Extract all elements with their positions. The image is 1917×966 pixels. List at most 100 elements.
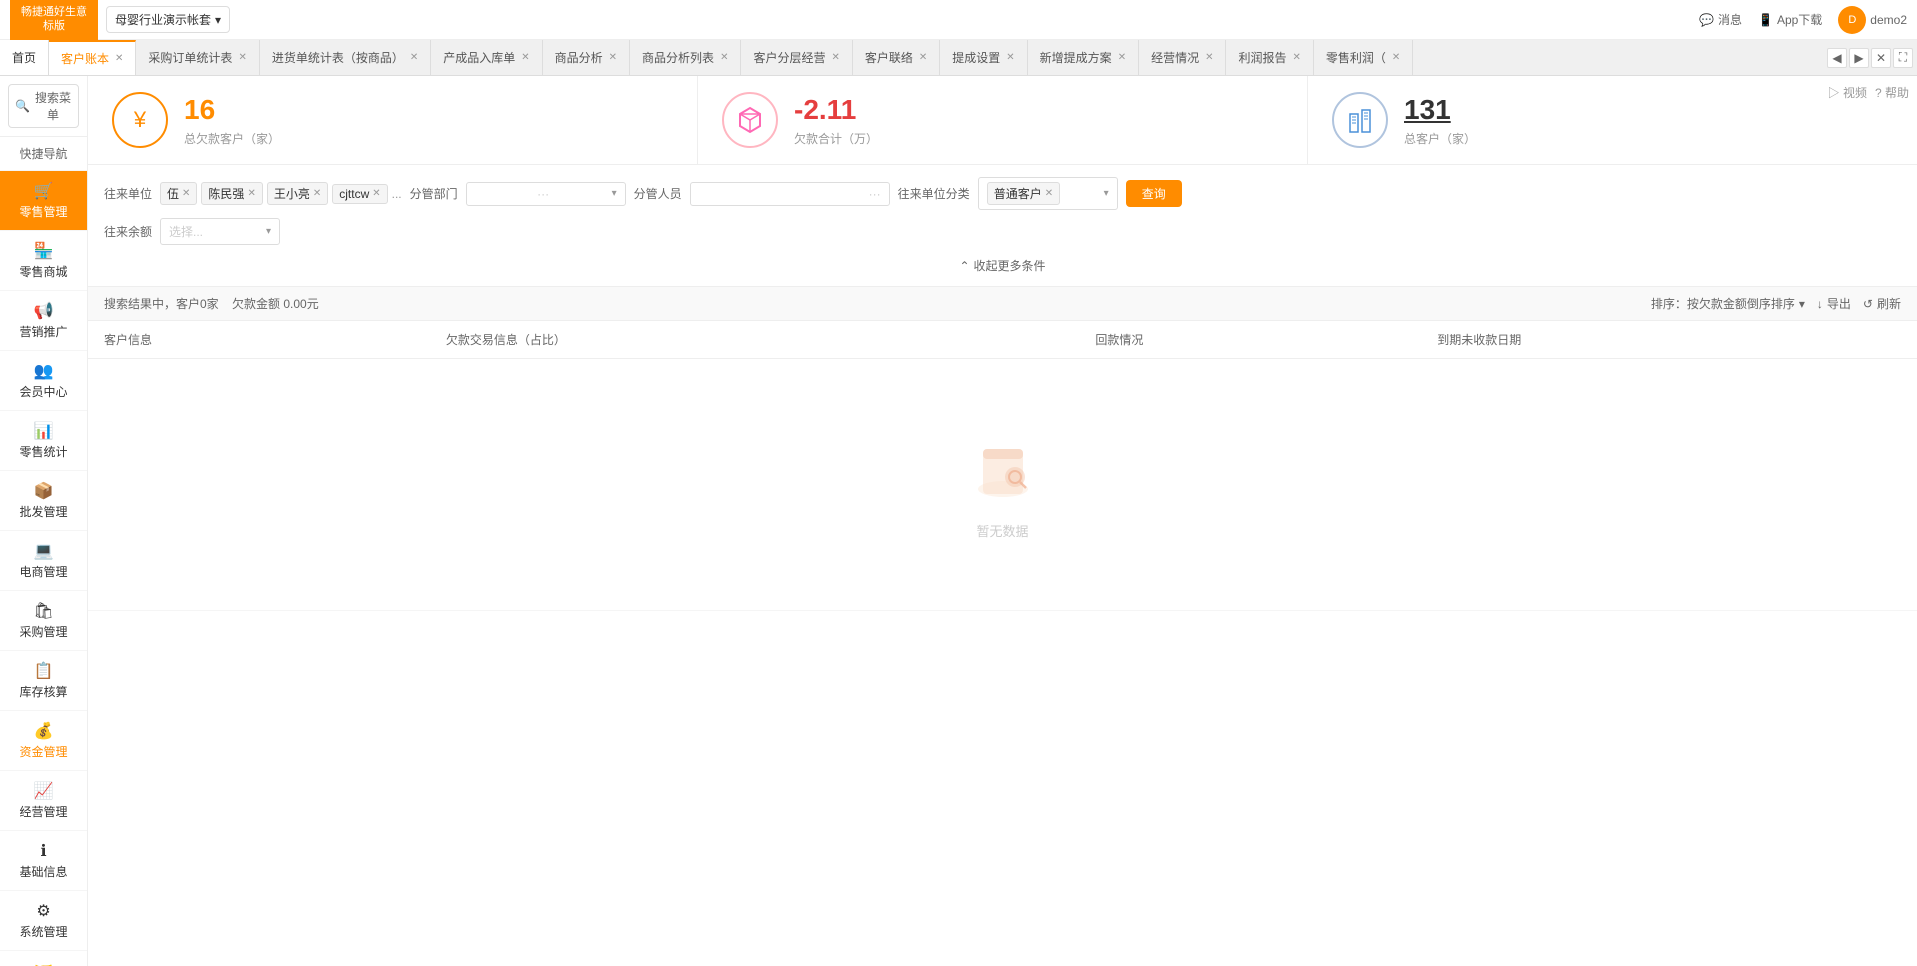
message-label: 消息 bbox=[1718, 11, 1742, 28]
message-button[interactable]: 💬 消息 bbox=[1699, 11, 1742, 28]
inventory-icon: 📋 bbox=[34, 661, 54, 681]
sidebar-inventory-label: 库存核算 bbox=[19, 683, 67, 700]
collapse-up-icon: ⌃ bbox=[959, 259, 969, 273]
sidebar-item-system[interactable]: ⚙ 系统管理 bbox=[0, 891, 87, 951]
sidebar-item-finance[interactable]: 💰 资金管理 bbox=[0, 711, 87, 771]
filter-tags-unit: 伍 ✕ 陈民强 ✕ 王小亮 ✕ cjttcw ✕ ... bbox=[160, 182, 402, 205]
tag-close-icon[interactable]: ✕ bbox=[313, 188, 321, 199]
sidebar-item-wholesale[interactable]: 📦 批发管理 bbox=[0, 471, 87, 531]
tab-close-icon[interactable]: ✕ bbox=[831, 52, 839, 63]
tab-purchase-orders[interactable]: 采购订单统计表 ✕ bbox=[136, 40, 259, 76]
sidebar-item-basic-info[interactable]: ℹ 基础信息 bbox=[0, 831, 87, 891]
filter-more-button[interactable]: ... bbox=[392, 187, 402, 201]
tab-close-icon[interactable]: ✕ bbox=[1293, 52, 1301, 63]
tab-close-icon[interactable]: ✕ bbox=[1006, 52, 1014, 63]
sidebar-item-operation[interactable]: 📈 经营管理 bbox=[0, 771, 87, 831]
tab-close-icon[interactable]: ✕ bbox=[521, 52, 529, 63]
unit-class-chevron-icon: ▾ bbox=[1104, 188, 1109, 199]
tab-close-icon[interactable]: ✕ bbox=[238, 52, 246, 63]
tab-accounts[interactable]: 客户账本 ✕ bbox=[49, 40, 136, 76]
sidebar-search-button[interactable]: 🔍 搜索菜单 bbox=[8, 84, 79, 128]
export-label: 导出 bbox=[1827, 295, 1851, 312]
tab-next-arrow[interactable]: ▶ bbox=[1849, 48, 1869, 68]
finance-icon: 💰 bbox=[34, 721, 54, 741]
tab-close-icon[interactable]: ✕ bbox=[1392, 52, 1400, 63]
tab-customer-contact[interactable]: 客户联络 ✕ bbox=[853, 40, 940, 76]
tab-bar: 首页 客户账本 ✕ 采购订单统计表 ✕ 进货单统计表（按商品） ✕ 产成品入库单… bbox=[0, 40, 1917, 76]
sidebar-item-member[interactable]: 👥 会员中心 bbox=[0, 351, 87, 411]
tab-close-icon[interactable]: ✕ bbox=[1118, 52, 1126, 63]
sort-label: 排序：按欠款金额倒序排序 bbox=[1651, 295, 1795, 312]
tab-prev-arrow[interactable]: ◀ bbox=[1827, 48, 1847, 68]
tag-close-icon[interactable]: ✕ bbox=[247, 188, 255, 199]
sidebar-item-purchase[interactable]: 🛍 采购管理 bbox=[0, 591, 87, 651]
user-menu[interactable]: D demo2 bbox=[1838, 6, 1907, 34]
person-select[interactable]: ··· bbox=[690, 182, 890, 206]
sidebar-search-area: 🔍 搜索菜单 bbox=[0, 76, 87, 137]
tab-expand[interactable]: ⛶ bbox=[1893, 48, 1913, 68]
logo-text: 畅捷通好生意 标版 bbox=[21, 6, 87, 32]
sidebar-quick-nav[interactable]: 快捷导航 bbox=[0, 137, 87, 171]
sidebar-system-label: 系统管理 bbox=[19, 923, 67, 940]
tab-operation[interactable]: 经营情况 ✕ bbox=[1139, 40, 1226, 76]
video-icon: ▷ bbox=[1828, 86, 1840, 100]
tab-close-icon[interactable]: ✕ bbox=[919, 52, 927, 63]
tab-goods-analysis-list[interactable]: 商品分析列表 ✕ bbox=[630, 40, 741, 76]
sidebar-item-marketing[interactable]: 📢 营销推广 bbox=[0, 291, 87, 351]
sidebar-search-label: 搜索菜单 bbox=[34, 89, 72, 123]
tab-goods-analysis-label: 商品分析 bbox=[555, 49, 603, 66]
query-button[interactable]: 查询 bbox=[1126, 180, 1182, 207]
tab-close-all[interactable]: ✕ bbox=[1871, 48, 1891, 68]
tab-close-icon[interactable]: ✕ bbox=[410, 52, 418, 63]
quick-nav-label: 快捷导航 bbox=[19, 147, 67, 161]
tab-retail-profit[interactable]: 零售利润（ ✕ bbox=[1314, 40, 1413, 76]
tab-customer-tier[interactable]: 客户分层经营 ✕ bbox=[741, 40, 852, 76]
result-bar: 搜索结果中，客户0家 欠款金额 0.00元 排序：按欠款金额倒序排序 ▾ ↓ 导… bbox=[88, 287, 1917, 321]
ecommerce-icon: 💻 bbox=[34, 541, 54, 561]
operation-icon: 📈 bbox=[34, 781, 54, 801]
tag-close-icon[interactable]: ✕ bbox=[182, 188, 190, 199]
tab-purchase-form[interactable]: 产成品入库单 ✕ bbox=[431, 40, 542, 76]
balance-select[interactable]: 选择... ▾ bbox=[160, 218, 280, 245]
tab-home[interactable]: 首页 bbox=[0, 40, 49, 76]
tab-customer-contact-label: 客户联络 bbox=[865, 49, 913, 66]
sidebar-item-retail-stats[interactable]: 📊 零售统计 bbox=[0, 411, 87, 471]
tab-new-mention[interactable]: 新增提成方案 ✕ bbox=[1028, 40, 1139, 76]
filter-bar: 往来单位 伍 ✕ 陈民强 ✕ 王小亮 ✕ cjttcw bbox=[88, 165, 1917, 287]
sidebar-item-retail[interactable]: 🛒 零售管理 bbox=[0, 171, 87, 231]
sidebar-item-retail-mall[interactable]: 🏪 零售商城 bbox=[0, 231, 87, 291]
app-download-button[interactable]: 📱 App下载 bbox=[1758, 11, 1822, 28]
refresh-button[interactable]: ↺ 刷新 bbox=[1863, 295, 1901, 312]
tab-close-icon[interactable]: ✕ bbox=[1205, 52, 1213, 63]
tab-goods-stats[interactable]: 进货单统计表（按商品） ✕ bbox=[260, 40, 431, 76]
tab-profit-report[interactable]: 利润报告 ✕ bbox=[1226, 40, 1313, 76]
sidebar-item-enterprise-coop[interactable]: 🤝 企业协同 bbox=[0, 951, 87, 966]
header-right: 💬 消息 📱 App下载 D demo2 bbox=[1699, 6, 1907, 34]
sidebar-item-ecommerce[interactable]: 💻 电商管理 bbox=[0, 531, 87, 591]
tab-home-label: 首页 bbox=[12, 49, 36, 66]
tab-close-icon[interactable]: ✕ bbox=[609, 52, 617, 63]
sidebar-retail-label: 零售管理 bbox=[19, 203, 67, 220]
tag-close-icon[interactable]: ✕ bbox=[372, 188, 380, 199]
retail-mall-icon: 🏪 bbox=[34, 241, 54, 261]
collapse-more-button[interactable]: ⌃ 收起更多条件 bbox=[104, 253, 1901, 274]
main-layout: 🔍 搜索菜单 快捷导航 🛒 零售管理 🏪 零售商城 📢 营销推广 👥 会员中心 … bbox=[0, 76, 1917, 966]
workspace-selector[interactable]: 母婴行业演示帐套 ▾ bbox=[106, 6, 230, 33]
export-button[interactable]: ↓ 导出 bbox=[1817, 295, 1851, 312]
unit-class-close-icon[interactable]: ✕ bbox=[1045, 188, 1053, 199]
video-help-button[interactable]: ▷ 视频 bbox=[1828, 84, 1867, 101]
sidebar-basic-info-label: 基础信息 bbox=[19, 863, 67, 880]
help-button[interactable]: ? 帮助 bbox=[1875, 84, 1909, 101]
tab-purchase-orders-label: 采购订单统计表 bbox=[148, 49, 232, 66]
sidebar: 🔍 搜索菜单 快捷导航 🛒 零售管理 🏪 零售商城 📢 营销推广 👥 会员中心 … bbox=[0, 76, 88, 966]
stat-total-customers-content: 131 总客户（家） bbox=[1404, 93, 1476, 148]
tab-close-icon[interactable]: ✕ bbox=[115, 53, 123, 64]
tab-mention-settings[interactable]: 提成设置 ✕ bbox=[940, 40, 1027, 76]
sidebar-item-inventory[interactable]: 📋 库存核算 bbox=[0, 651, 87, 711]
tab-close-icon[interactable]: ✕ bbox=[720, 52, 728, 63]
tab-goods-analysis[interactable]: 商品分析 ✕ bbox=[543, 40, 630, 76]
sort-selector[interactable]: 排序：按欠款金额倒序排序 ▾ bbox=[1651, 295, 1805, 312]
unit-class-select[interactable]: 普通客户 ✕ ▾ bbox=[978, 177, 1118, 210]
workspace-label: 母婴行业演示帐套 bbox=[115, 11, 211, 28]
dept-select[interactable]: ··· ▾ bbox=[466, 182, 626, 206]
